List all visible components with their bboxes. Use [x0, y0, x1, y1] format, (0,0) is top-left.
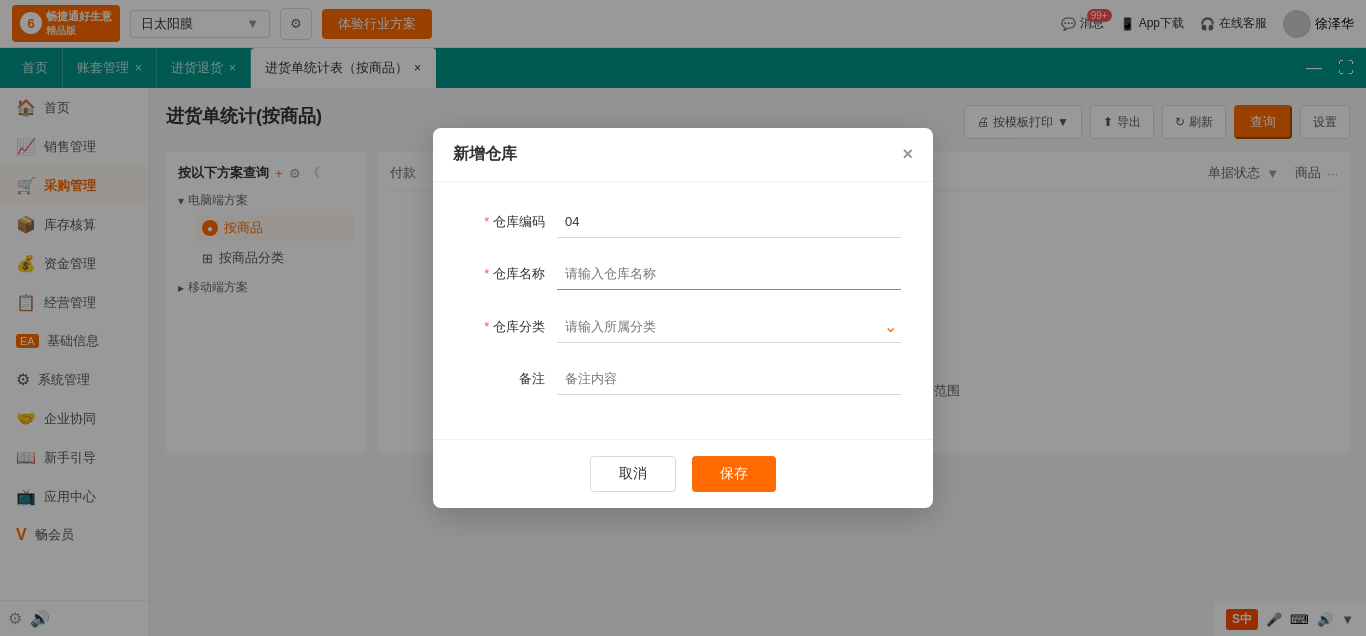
warehouse-name-label: 仓库名称: [465, 265, 545, 283]
warehouse-code-input[interactable]: [557, 206, 901, 238]
modal-overlay[interactable]: 新增仓库 × 仓库编码 仓库名称 仓库分类 ⌄: [0, 0, 1366, 636]
warehouse-name-input[interactable]: [557, 258, 901, 290]
new-warehouse-modal: 新增仓库 × 仓库编码 仓库名称 仓库分类 ⌄: [433, 128, 933, 508]
warehouse-note-row: 备注: [465, 363, 901, 395]
category-dropdown-arrow[interactable]: ⌄: [884, 317, 901, 336]
modal-close-button[interactable]: ×: [902, 144, 913, 165]
warehouse-category-select[interactable]: ⌄: [557, 310, 901, 343]
modal-title: 新增仓库: [453, 144, 517, 165]
modal-body: 仓库编码 仓库名称 仓库分类 ⌄ 备注: [433, 182, 933, 439]
warehouse-category-row: 仓库分类 ⌄: [465, 310, 901, 343]
modal-header: 新增仓库 ×: [433, 128, 933, 182]
warehouse-name-row: 仓库名称: [465, 258, 901, 290]
modal-footer: 取消 保存: [433, 439, 933, 508]
warehouse-code-row: 仓库编码: [465, 206, 901, 238]
cancel-button[interactable]: 取消: [590, 456, 676, 492]
warehouse-note-input[interactable]: [557, 363, 901, 395]
warehouse-category-input[interactable]: [557, 310, 884, 342]
warehouse-code-label: 仓库编码: [465, 213, 545, 231]
warehouse-note-label: 备注: [465, 370, 545, 388]
warehouse-category-label: 仓库分类: [465, 318, 545, 336]
save-button[interactable]: 保存: [692, 456, 776, 492]
